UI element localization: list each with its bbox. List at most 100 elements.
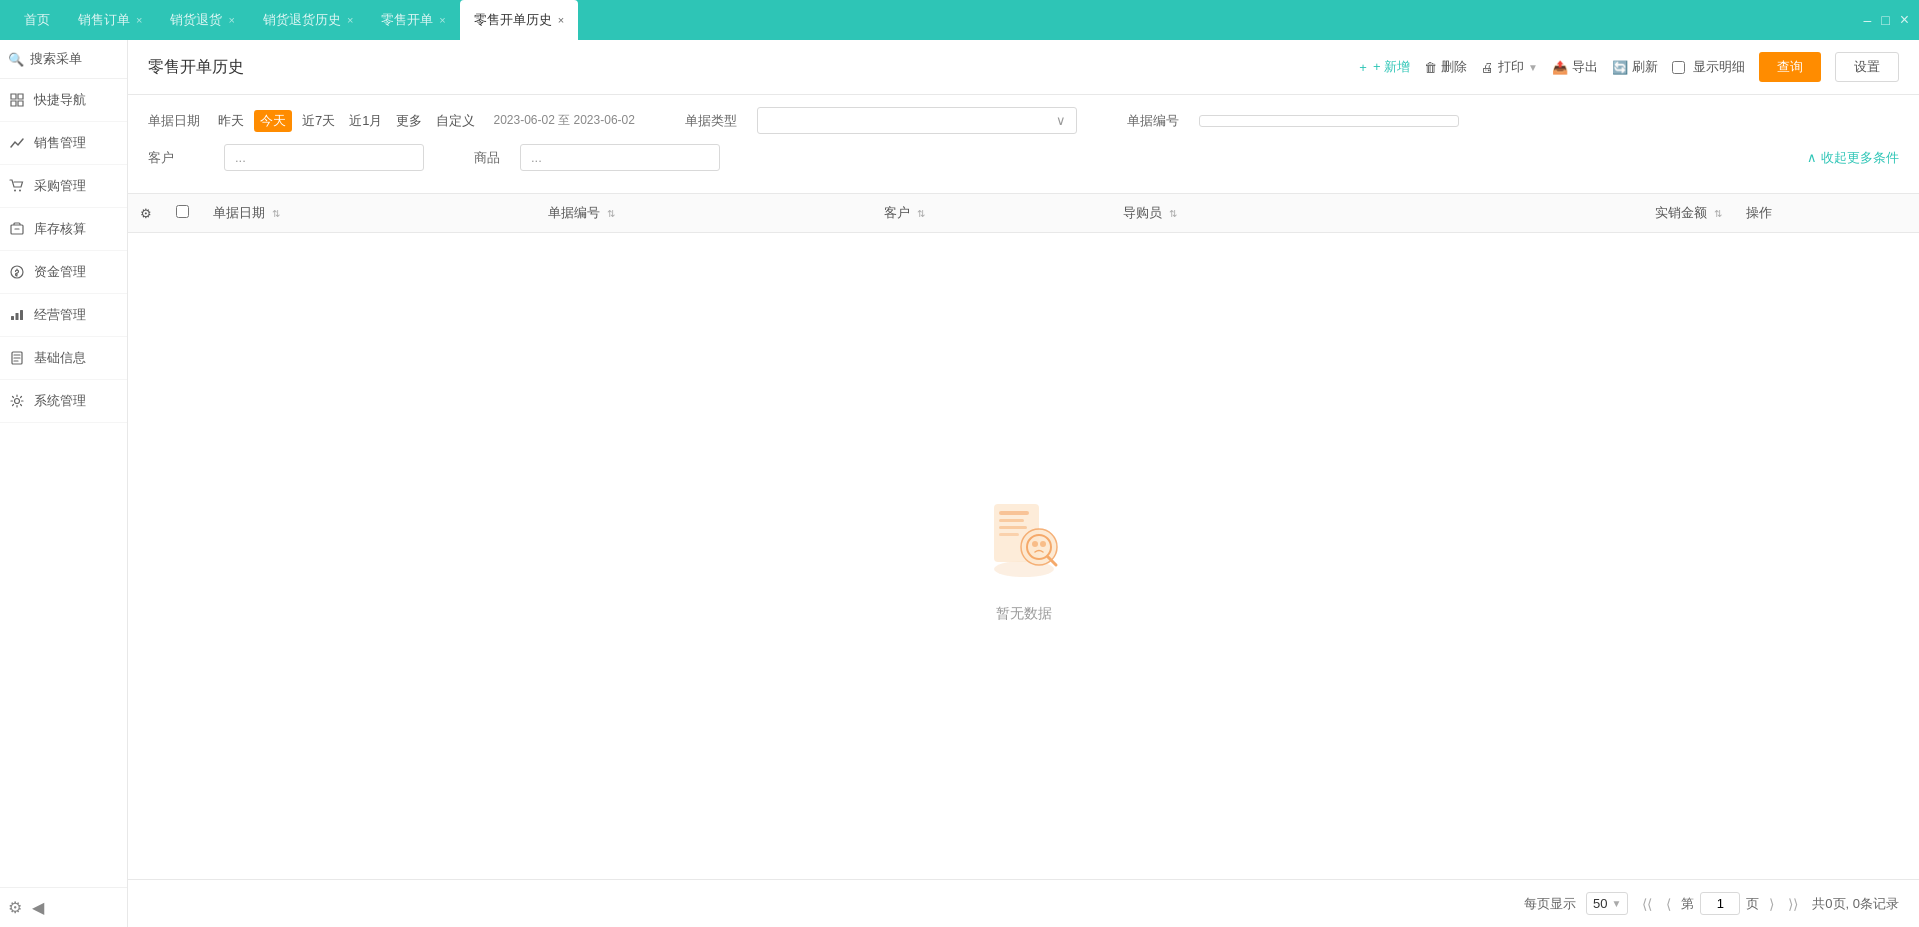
svg-rect-14 [999,533,1019,536]
filter-area: 单据日期 昨天 今天 近7天 近1月 更多 自定义 2023-06-02 至 2… [128,95,1919,194]
select-all-checkbox[interactable] [176,205,189,218]
table-col-customer[interactable]: 客户 ⇅ [872,194,1111,233]
sidebar-collapse-icon[interactable]: ◀ [32,898,44,917]
sidebar-gear-icon[interactable]: ⚙ [8,898,22,917]
print-button[interactable]: 🖨 打印 ▼ [1481,58,1538,76]
add-button[interactable]: + + 新增 [1359,58,1410,76]
tab-sales-return[interactable]: 销货退货 × [156,0,248,40]
sidebar-item-sales-mgmt[interactable]: 销售管理 [0,122,127,165]
table-settings-icon[interactable]: ⚙ [140,206,152,221]
sidebar-item-basic-info[interactable]: 基础信息 [0,337,127,380]
shortcut-yesterday[interactable]: 昨天 [214,110,248,132]
table-col-action: 操作 [1734,194,1919,233]
basic-info-icon [8,349,26,367]
pagination: 每页显示 50 ▼ ⟨⟨ ⟨ 第 页 ⟩ ⟩⟩ 共0页, 0条记录 [128,879,1919,927]
sidebar-item-system[interactable]: 系统管理 [0,380,127,423]
window-max-btn[interactable]: □ [1881,12,1889,28]
empty-icon [974,489,1074,589]
shortcut-today[interactable]: 今天 [254,110,292,132]
close-tab-retail-open[interactable]: × [439,14,445,26]
sidebar-bottom: ⚙ ◀ [0,887,127,927]
main-layout: 🔍 搜索采单 快捷导航 销售管理 采购管理 库存核算 [0,40,1919,927]
date-shortcuts: 昨天 今天 近7天 近1月 更多 自定义 [214,110,479,132]
system-icon [8,392,26,410]
sidebar-item-inventory[interactable]: 库存核算 [0,208,127,251]
date-sort-icon: ⇅ [272,208,280,219]
product-input[interactable]: ... [520,144,720,171]
table-col-checkbox[interactable] [164,194,201,233]
page-title: 零售开单历史 [148,57,244,90]
sidebar-item-finance[interactable]: 资金管理 [0,251,127,294]
collapse-up-icon: ∧ [1807,150,1817,165]
first-page-btn[interactable]: ⟨⟨ [1638,894,1656,914]
tab-retail-open[interactable]: 零售开单 × [367,0,459,40]
print-dropdown-icon: ▼ [1528,62,1538,73]
doc-no-label: 单据编号 [1127,112,1179,130]
product-label: 商品 [474,149,500,167]
toolbar: + + 新增 🗑 删除 🖨 打印 ▼ 📤 导出 🔄 [1359,52,1899,94]
sidebar-item-quick-nav[interactable]: 快捷导航 [0,79,127,122]
collapse-btn[interactable]: ∧ 收起更多条件 [1807,149,1899,167]
query-button[interactable]: 查询 [1759,52,1821,82]
customer-input[interactable]: ... [224,144,424,171]
svg-rect-5 [16,313,19,320]
page-number-input[interactable] [1700,892,1740,915]
display-detail-checkbox[interactable] [1672,61,1685,74]
per-page-arrow: ▼ [1611,898,1621,909]
refresh-button[interactable]: 🔄 刷新 [1612,58,1658,76]
close-tab-retail-open-history[interactable]: × [558,14,564,26]
next-page-btn[interactable]: ⟩ [1765,894,1778,914]
svg-rect-4 [11,316,14,320]
sidebar-search[interactable]: 🔍 搜索采单 [0,40,127,79]
last-page-btn[interactable]: ⟩⟩ [1784,894,1802,914]
amount-sort-icon: ⇅ [1714,208,1722,219]
window-min-btn[interactable]: – [1863,12,1871,28]
doc-no-input[interactable] [1199,115,1459,127]
export-button[interactable]: 📤 导出 [1552,58,1598,76]
svg-point-18 [1032,541,1038,547]
table-col-amount[interactable]: 实销金额 ⇅ [1398,194,1733,233]
tab-sales-order[interactable]: 销售订单 × [64,0,156,40]
page-header: 零售开单历史 + + 新增 🗑 删除 🖨 打印 ▼ 📤 导出 [128,40,1919,95]
prev-page-btn[interactable]: ⟨ [1662,894,1675,914]
display-detail-button[interactable]: 显示明细 [1672,58,1745,76]
top-bar: 零售开单历史 首页 销售订单 × 销货退货 × 销货退货历史 × 零售开单 × … [0,0,1919,40]
tab-home[interactable]: 零售开单历史 首页 [10,0,64,40]
delete-icon: 🗑 [1424,60,1437,75]
sidebar-item-operations[interactable]: 经营管理 [0,294,127,337]
no-sort-icon: ⇅ [607,208,615,219]
table-col-settings[interactable]: ⚙ [128,194,164,233]
table-col-guide[interactable]: 导购员 ⇅ [1111,194,1398,233]
export-icon: 📤 [1552,60,1568,75]
table-col-no[interactable]: 单据编号 ⇅ [536,194,871,233]
print-icon: 🖨 [1481,60,1494,75]
svg-point-8 [15,399,20,404]
window-close-btn[interactable]: × [1900,11,1909,29]
tab-sales-return-history[interactable]: 销货退货历史 × [249,0,367,40]
add-icon: + [1359,60,1367,75]
shortcut-more[interactable]: 更多 [392,110,426,132]
sidebar-item-purchase-mgmt[interactable]: 采购管理 [0,165,127,208]
setting-button[interactable]: 设置 [1835,52,1899,82]
close-tab-sales-return[interactable]: × [228,14,234,26]
svg-rect-12 [999,519,1024,522]
table-col-date[interactable]: 单据日期 ⇅ [201,194,536,233]
shortcut-1month[interactable]: 近1月 [345,110,386,132]
shortcut-custom[interactable]: 自定义 [432,110,479,132]
search-icon: 🔍 [8,52,24,67]
svg-point-1 [19,190,21,192]
finance-icon [8,263,26,281]
inventory-icon [8,220,26,238]
doc-type-select[interactable]: ∨ [757,107,1077,134]
shortcut-7days[interactable]: 近7天 [298,110,339,132]
tab-retail-open-history[interactable]: 零售开单历史 × [460,0,578,40]
close-tab-sales-return-history[interactable]: × [347,14,353,26]
refresh-icon: 🔄 [1612,60,1628,75]
table-header: ⚙ 单据日期 ⇅ 单据编号 ⇅ [128,194,1919,233]
customer-label: 客户 [148,149,204,167]
close-tab-sales-order[interactable]: × [136,14,142,26]
empty-text: 暂无数据 [996,605,1052,623]
per-page-select[interactable]: 50 ▼ [1586,892,1628,915]
delete-button[interactable]: 🗑 删除 [1424,58,1467,76]
customer-sort-icon: ⇅ [917,208,925,219]
